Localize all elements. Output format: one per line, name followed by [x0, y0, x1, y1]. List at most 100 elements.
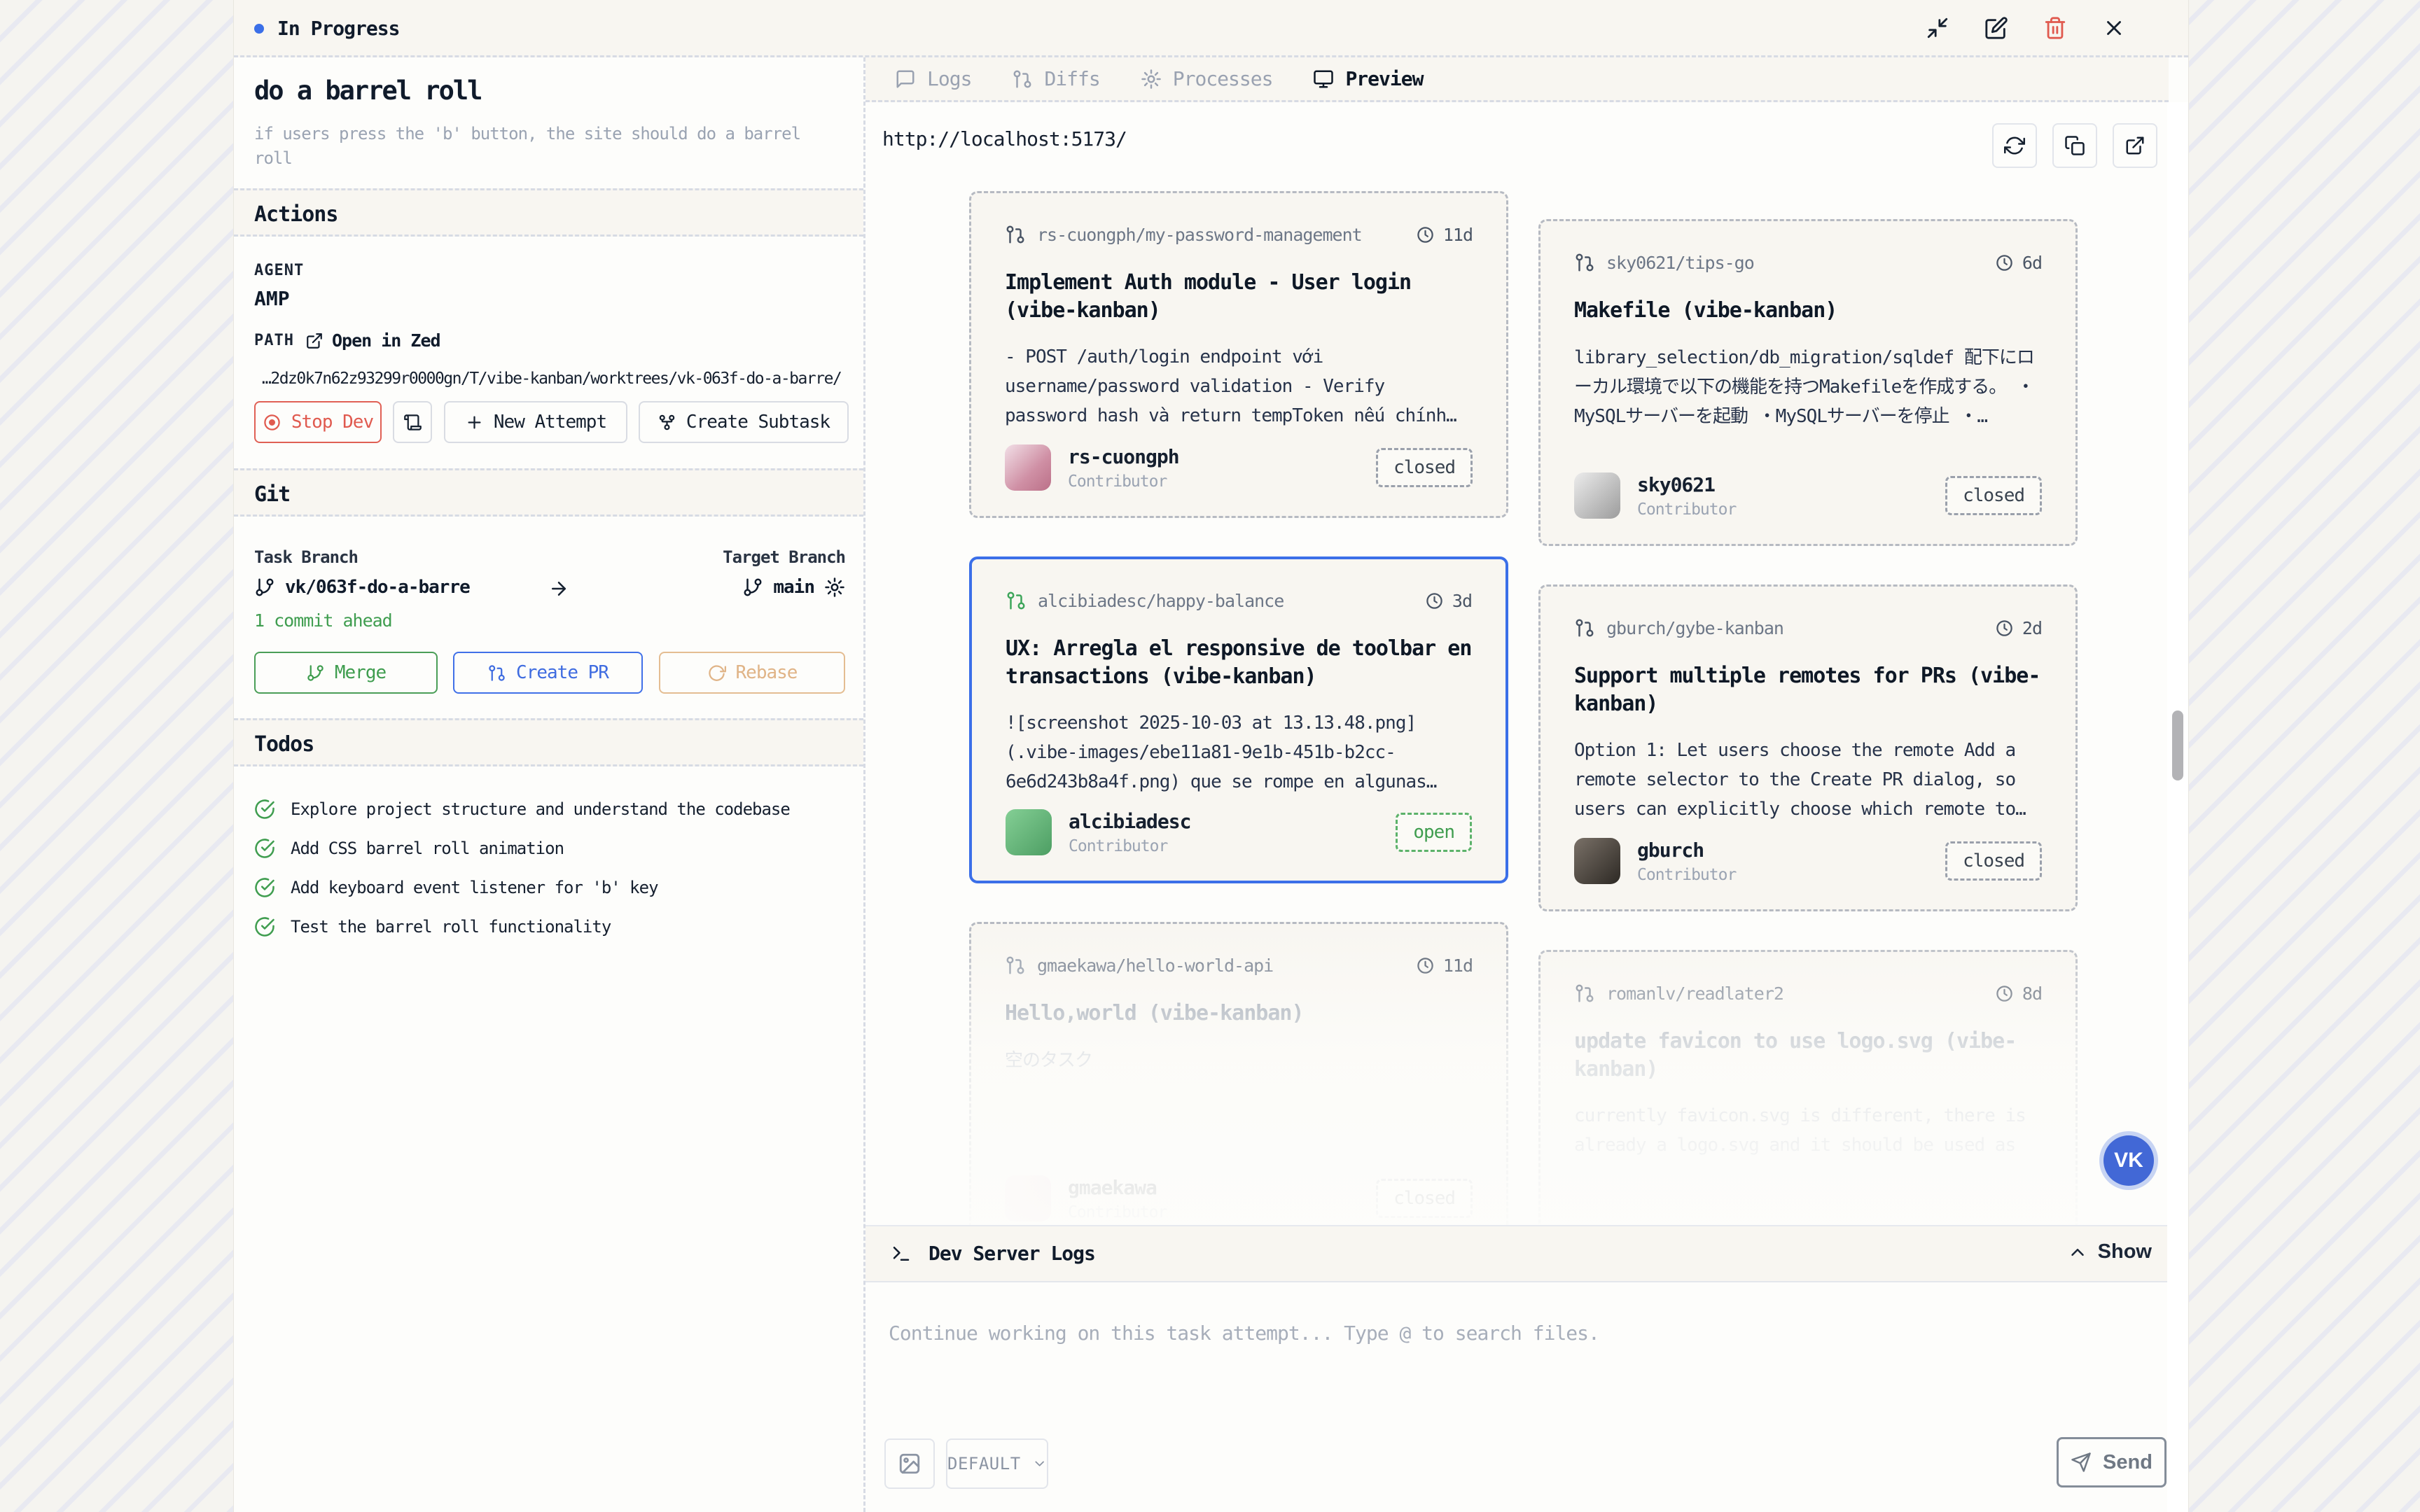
agent-label: AGENT	[254, 262, 305, 279]
pull-request-icon	[1576, 984, 1594, 1002]
edit-icon	[1985, 17, 2008, 39]
pull-request-icon	[1576, 253, 1594, 272]
create-pr-button[interactable]: Create PR	[453, 652, 643, 694]
close-icon	[2107, 21, 2121, 35]
card-header: gmaekawa/hello-world-api 11d	[1005, 955, 1473, 976]
open-external-button[interactable]	[2113, 123, 2157, 168]
card-age: 11d	[1416, 225, 1473, 245]
card-title: update favicon to use logo.svg (vibe-kan…	[1574, 1029, 2017, 1082]
edit-button[interactable]	[1982, 14, 2010, 42]
collapse-button[interactable]	[1924, 14, 1952, 42]
dialog-header: In Progress	[234, 0, 2188, 57]
card-footer: sky0621 Contributor closed	[1574, 472, 2042, 519]
todo-text: Add CSS barrel roll animation	[291, 839, 564, 858]
card-header: rs-cuongph/my-password-management 11d	[1005, 224, 1473, 245]
send-button[interactable]: Send	[2057, 1437, 2167, 1488]
create-subtask-button[interactable]: Create Subtask	[639, 401, 849, 443]
card-footer: gburch Contributor closed	[1574, 838, 2042, 884]
app-background: In Progress do a barrel roll if users pr…	[0, 0, 2420, 1512]
tab-logs[interactable]: Logs	[895, 67, 972, 90]
path-label: PATH	[254, 332, 294, 349]
stop-dev-label: Stop Dev	[291, 412, 374, 433]
path-row: PATH Open in Zed	[254, 330, 441, 351]
preview-tabs: Logs Diffs Processes Preview	[865, 57, 2169, 102]
tab-diffs[interactable]: Diffs	[1012, 67, 1101, 90]
card-footer: rs-cuongph Contributor closed	[1005, 444, 1473, 491]
variant-dropdown[interactable]: DEFAULT	[946, 1438, 1048, 1489]
dev-server-logs-bar: Dev Server Logs Show	[865, 1225, 2169, 1282]
scrollbar-thumb[interactable]	[2172, 710, 2183, 780]
refresh-icon	[708, 664, 726, 681]
open-in-zed-link[interactable]: Open in Zed	[305, 330, 441, 351]
status-badge: open	[1396, 813, 1472, 852]
create-pr-label: Create PR	[516, 662, 609, 683]
close-button[interactable]	[2100, 14, 2128, 42]
monitor-icon	[1314, 70, 1334, 88]
card-repo: sky0621/tips-go	[1606, 252, 1755, 273]
vk-floating-avatar[interactable]: VK	[2103, 1135, 2154, 1186]
git-branch-icon	[744, 578, 762, 596]
image-icon	[899, 1453, 920, 1474]
card-repo: gmaekawa/hello-world-api	[1037, 955, 1274, 976]
tab-label: Diffs	[1044, 67, 1100, 90]
clock-icon	[1996, 254, 2012, 271]
kanban-card[interactable]: alcibiadesc/happy-balance 3d UX: Arregla…	[969, 556, 1508, 883]
clock-icon	[1426, 592, 1442, 609]
rebase-button[interactable]: Rebase	[659, 652, 845, 694]
task-title: do a barrel roll	[254, 76, 482, 106]
author-name: sky0621	[1637, 472, 1716, 496]
task-branch: vk/063f-do-a-barre	[254, 577, 471, 598]
card-title: UX: Arregla el responsive de toolbar en …	[1006, 636, 1472, 689]
clock-icon	[1996, 985, 2012, 1002]
target-branch-label: Target Branch	[723, 547, 846, 567]
stop-dev-button[interactable]: Stop Dev	[254, 401, 382, 443]
status-badge: closed	[1945, 841, 2042, 881]
send-label: Send	[2103, 1450, 2153, 1474]
refresh-button[interactable]	[1992, 123, 2037, 168]
author-block: gburch Contributor	[1637, 839, 1737, 884]
kanban-card[interactable]: sky0621/tips-go 6d Makefile (vibe-kanban…	[1538, 219, 2078, 546]
preview-url[interactable]: http://localhost:5173/	[882, 127, 1127, 150]
kanban-card[interactable]: gmaekawa/hello-world-api 11d Hello,world…	[969, 922, 1508, 1225]
refresh-icon	[2004, 136, 2025, 155]
dev-logs-shortcut-button[interactable]	[393, 401, 432, 443]
branch-row: vk/063f-do-a-barre main	[254, 577, 845, 605]
card-age-value: 11d	[1442, 224, 1473, 245]
tab-processes[interactable]: Processes	[1141, 67, 1273, 90]
check-circle-icon	[255, 878, 274, 897]
chevron-up-icon	[2071, 1248, 2084, 1256]
show-logs-button[interactable]: Show	[2067, 1240, 2152, 1264]
delete-button[interactable]	[2041, 14, 2069, 42]
section-label: Todos	[254, 732, 314, 757]
tab-preview[interactable]: Preview	[1313, 67, 1424, 90]
author-role: Contributor	[1068, 1203, 1167, 1222]
branch-labels: Task Branch Target Branch	[254, 547, 846, 567]
card-age-value: 8d	[2022, 983, 2043, 1004]
kanban-card[interactable]: rs-cuongph/my-password-management 11d Im…	[969, 191, 1508, 518]
arrow-right-icon	[548, 578, 569, 602]
merge-button[interactable]: Merge	[254, 652, 438, 694]
author-block: rs-cuongph Contributor	[1068, 445, 1180, 491]
card-title: Makefile (vibe-kanban)	[1574, 298, 1837, 323]
attach-image-button[interactable]	[884, 1438, 935, 1489]
new-attempt-button[interactable]: New Attempt	[444, 401, 627, 443]
composer: Continue working on this task attempt...…	[865, 1282, 2169, 1512]
card-header: sky0621/tips-go 6d	[1574, 252, 2043, 273]
card-repo: romanlv/readlater2	[1606, 983, 1784, 1004]
dev-server-logs-label: Dev Server Logs	[929, 1242, 1096, 1265]
clock-icon	[1996, 620, 2012, 636]
card-footer: alcibiadesc Contributor open	[1006, 809, 1472, 855]
gear-icon[interactable]	[824, 577, 845, 598]
card-body: 空のタスク	[1005, 1049, 1093, 1071]
scrollbar-track[interactable]	[2167, 102, 2188, 1512]
pull-request-icon	[1576, 619, 1594, 637]
copy-url-button[interactable]	[2052, 123, 2097, 168]
variant-label: DEFAULT	[947, 1454, 1021, 1474]
pull-request-icon	[1013, 70, 1031, 88]
commits-ahead-label: 1 commit ahead	[254, 610, 393, 631]
composer-input[interactable]: Continue working on this task attempt...…	[889, 1322, 2141, 1345]
kanban-card[interactable]: gburch/gybe-kanban 2d Support multiple r…	[1538, 584, 2078, 911]
card-body: library_selection/db_migration/sqldef 配下…	[1574, 346, 2035, 427]
kanban-card[interactable]: romanlv/readlater2 8d update favicon to …	[1538, 950, 2078, 1225]
show-label: Show	[2097, 1240, 2152, 1263]
